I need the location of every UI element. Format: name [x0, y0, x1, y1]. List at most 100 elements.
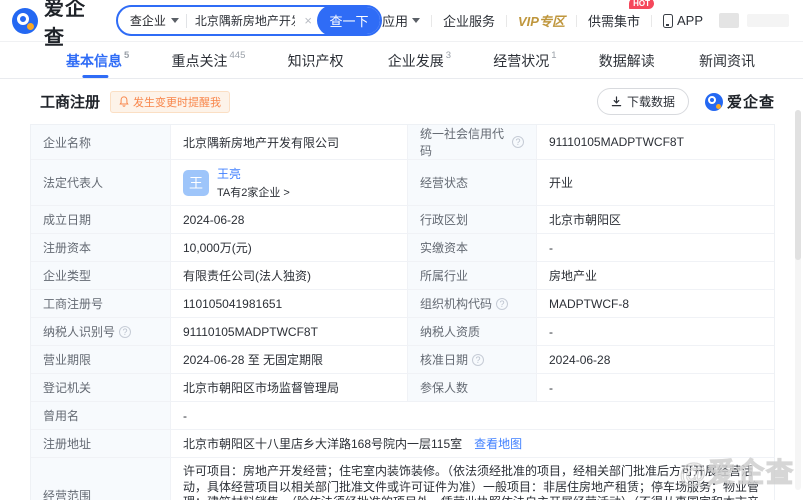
field-value: -: [549, 380, 553, 395]
field-label: 注册资本: [43, 241, 92, 255]
aiqicha-logo-text: 爱企查: [726, 94, 775, 111]
field-label: 企业类型: [43, 269, 92, 283]
nav-enterprise-services[interactable]: 企业服务: [443, 11, 495, 30]
phone-icon: [662, 13, 673, 28]
field-value: 北京市朝阳区市场监督管理局: [183, 381, 340, 395]
field-label: 参保人数: [420, 381, 469, 395]
aiqicha-logo-icon: [704, 92, 723, 111]
tab-operating-status[interactable]: 经营状况 1: [493, 42, 556, 78]
scrollbar-thumb[interactable]: [795, 110, 801, 260]
hot-badge: HOT: [629, 0, 654, 9]
field-label: 注册地址: [43, 437, 92, 451]
field-label: 曾用名: [43, 409, 80, 423]
tab-enterprise-development[interactable]: 企业发展 3: [388, 42, 451, 78]
tab-news[interactable]: 新闻资讯: [699, 42, 757, 78]
table-row: 营业期限 2024-06-28 至 无固定期限 核准日期 2024-06-28: [31, 346, 774, 374]
divider: [506, 14, 507, 27]
field-value: 10,000万(元): [183, 241, 252, 255]
scrollbar[interactable]: [795, 110, 801, 490]
table-row: 经营范围 许可项目：房地产开发经营；住宅室内装饰装修。（依法须经批准的项目，经相…: [31, 458, 774, 500]
legal-rep-name-link[interactable]: 王亮: [217, 165, 290, 182]
field-label: 营业期限: [43, 353, 92, 367]
table-row: 注册资本 10,000万(元) 实缴资本 -: [31, 234, 774, 262]
field-label: 纳税人识别号: [43, 325, 116, 339]
chevron-down-icon: [411, 18, 420, 23]
aiqicha-logo-icon: [12, 7, 38, 34]
nav-apps[interactable]: 应用: [382, 11, 420, 30]
field-value: 北京隅新房地产开发有限公司: [183, 135, 340, 150]
aiqicha-corner-logo: 爱企查: [704, 91, 775, 112]
divider: [430, 14, 432, 27]
field-value: 110105041981651: [183, 296, 283, 311]
nav-vip-zone[interactable]: VIP专区: [518, 11, 565, 30]
top-nav: 应用 企业服务 VIP专区 供需集市 HOT APP: [382, 0, 789, 30]
field-value: 房地产业: [549, 269, 598, 283]
field-label: 法定代表人: [43, 176, 104, 190]
tab-intellectual-property[interactable]: 知识产权: [288, 42, 346, 78]
bell-icon: [119, 96, 129, 107]
field-value: 2024-06-28: [549, 352, 611, 367]
view-map-link[interactable]: 查看地图: [474, 435, 522, 452]
field-label: 实缴资本: [420, 241, 469, 255]
table-row: 曾用名 -: [31, 402, 774, 430]
tab-data-interpretation[interactable]: 数据解读: [599, 42, 657, 78]
nav-app-download[interactable]: APP: [662, 13, 703, 28]
field-label: 登记机关: [43, 381, 92, 395]
chevron-down-icon: [170, 18, 179, 23]
field-label: 所属行业: [420, 269, 469, 283]
info-icon[interactable]: [512, 136, 524, 148]
field-value: -: [549, 324, 553, 339]
tab-basic-info[interactable]: 基本信息 5: [66, 42, 129, 78]
table-row: 成立日期 2024-06-28 行政区划 北京市朝阳区: [31, 206, 774, 234]
tab-bar: 基本信息 5 重点关注 445 知识产权 企业发展 3 经营状况 1 数据解读 新闻资讯: [0, 42, 803, 79]
field-label: 统一社会信用代码: [420, 127, 505, 158]
field-value: 有限责任公司(法人独资): [183, 269, 311, 283]
info-icon[interactable]: [472, 353, 485, 366]
divider: [575, 14, 577, 27]
field-value: -: [183, 408, 187, 423]
field-label: 纳税人资质: [420, 325, 481, 339]
table-row: 法定代表人 王 王亮 TA有2家企业 > 经营状态 开业: [31, 160, 774, 206]
search-category-label: 查企业: [129, 14, 166, 28]
change-reminder-button[interactable]: 发生变更时提醒我: [110, 90, 231, 113]
search-input[interactable]: [186, 13, 300, 28]
table-row: 登记机关 北京市朝阳区市场监督管理局 参保人数 -: [31, 374, 774, 402]
table-row: 企业类型 有限责任公司(法人独资) 所属行业 房地产业: [31, 262, 774, 290]
tab-key-focus[interactable]: 重点关注 445: [172, 42, 246, 78]
legal-rep-avatar[interactable]: 王: [183, 169, 209, 196]
table-row: 企业名称 北京隅新房地产开发有限公司 统一社会信用代码 91110105MADP…: [31, 125, 774, 160]
search-button[interactable]: 查一下: [316, 7, 380, 34]
info-icon[interactable]: [496, 297, 509, 310]
nav-supply-demand-market[interactable]: 供需集市 HOT: [588, 0, 654, 30]
field-label: 经营范围: [43, 488, 92, 500]
field-value: 2024-06-28: [183, 212, 245, 227]
search-category-dropdown[interactable]: 查企业: [118, 12, 186, 29]
field-value: -: [549, 240, 553, 255]
field-label: 企业名称: [43, 135, 92, 150]
field-label: 成立日期: [43, 213, 92, 227]
field-value: MADPTWCF-8: [549, 296, 629, 311]
field-value: 北京市朝阳区十八里店乡大洋路168号院内一层115室: [183, 437, 463, 451]
user-name: [747, 14, 789, 27]
search-box: 查企业 × 查一下: [115, 5, 382, 36]
user-avatar[interactable]: [719, 13, 739, 28]
table-row: 纳税人识别号 91110105MADPTWCF8T 纳税人资质 -: [31, 318, 774, 346]
business-registration-table: 企业名称 北京隅新房地产开发有限公司 统一社会信用代码 91110105MADP…: [30, 124, 775, 500]
table-row: 工商注册号 110105041981651 组织机构代码 MADPTWCF-8: [31, 290, 774, 318]
table-row: 注册地址 北京市朝阳区十八里店乡大洋路168号院内一层115室 查看地图: [31, 430, 774, 458]
clear-icon[interactable]: ×: [299, 13, 317, 28]
download-data-button[interactable]: 下载数据: [596, 88, 689, 115]
field-value: 91110105MADPTWCF8T: [183, 324, 318, 339]
legal-rep-companies-link[interactable]: TA有2家企业 >: [217, 184, 290, 200]
field-label: 组织机构代码: [420, 297, 493, 311]
field-label: 行政区划: [420, 213, 469, 227]
field-value: 许可项目：房地产开发经营；住宅室内装饰装修。（依法须经批准的项目，经相关部门批准…: [183, 464, 760, 500]
header: 爱企查 查企业 × 查一下 应用 企业服务 VIP专区 供需集市 HOT: [0, 0, 803, 49]
field-label: 工商注册号: [43, 297, 104, 311]
field-value: 91110105MADPTWCF8T: [549, 135, 684, 149]
field-value: 北京市朝阳区: [549, 213, 622, 227]
info-icon[interactable]: [119, 325, 132, 338]
download-icon: [611, 96, 622, 107]
field-label: 经营状态: [420, 176, 469, 190]
section-header: 工商注册 发生变更时提醒我 下载数据 爱企查: [0, 79, 803, 122]
